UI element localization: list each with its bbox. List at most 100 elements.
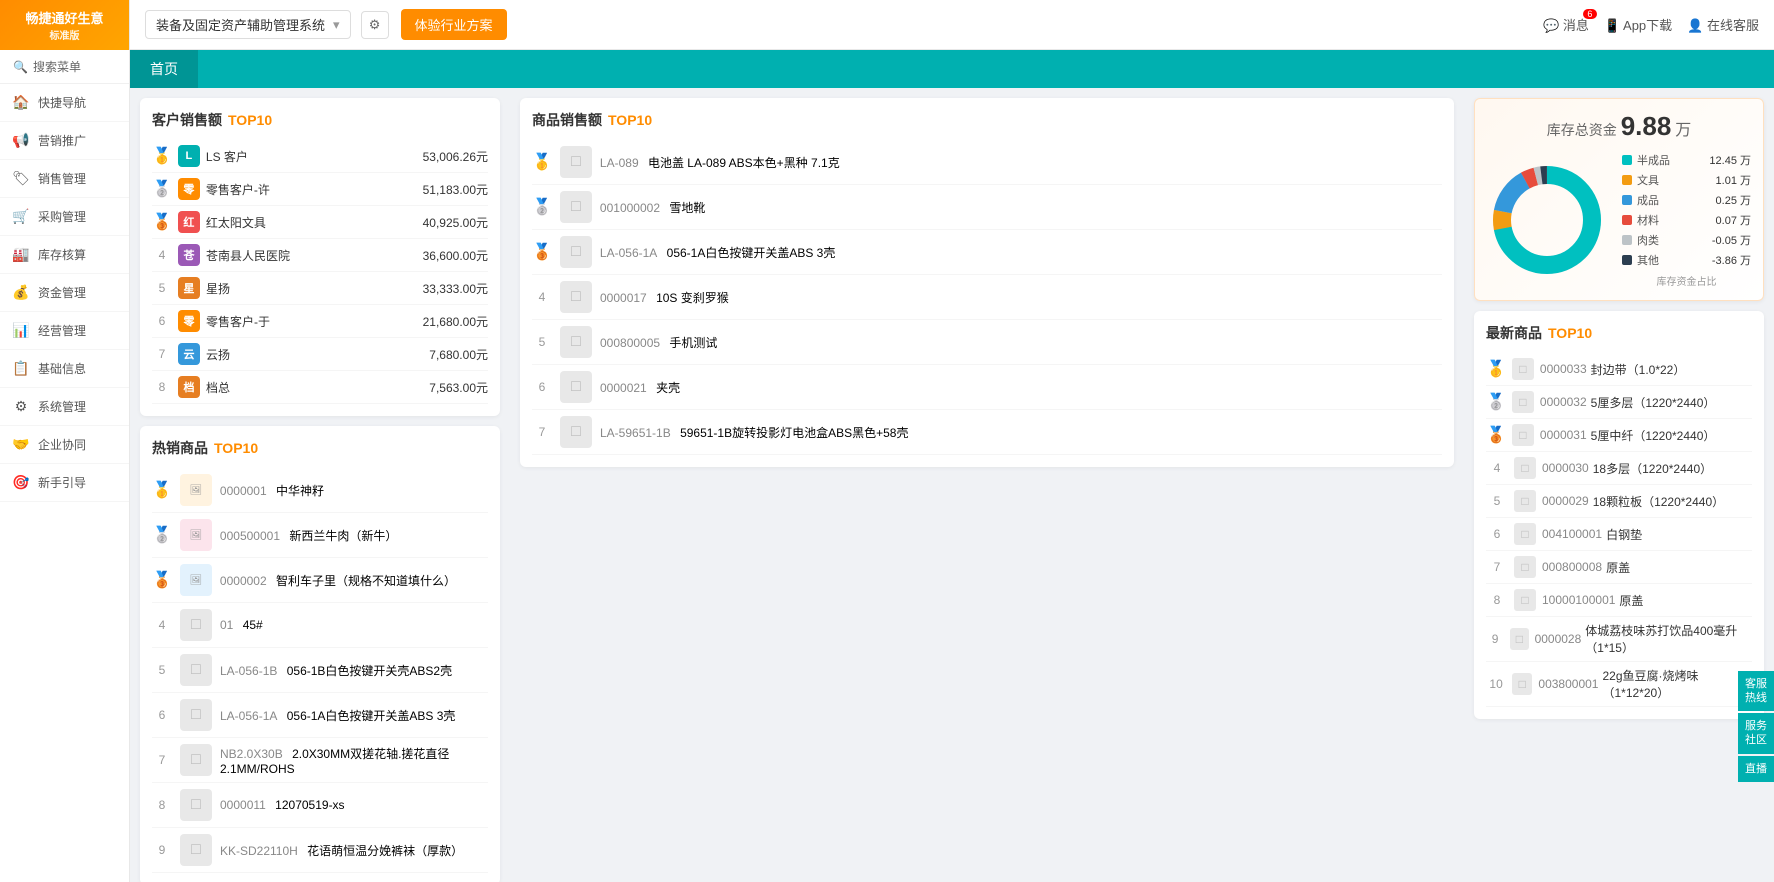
- gold-medal-icon: 🥇: [152, 146, 172, 166]
- customer-list-item: 6 零 零售客户-于 21,680.00元: [152, 305, 488, 338]
- customer-amount: 21,680.00元: [423, 313, 488, 330]
- silver-medal-icon: 🥈: [152, 525, 172, 545]
- rank-number: 8: [152, 380, 172, 394]
- quick-nav-label: 快捷导航: [38, 94, 86, 111]
- marketing-label: 营销推广: [38, 132, 86, 149]
- gear-icon: ⚙: [369, 17, 381, 33]
- product-placeholder: □: [1512, 673, 1532, 695]
- marketing-icon: 📢: [12, 132, 30, 149]
- sidebar-item-operations[interactable]: 📊经营管理: [0, 312, 129, 350]
- sidebar-item-guide[interactable]: 🎯新手引导: [0, 464, 129, 502]
- sidebar-items-list: 🏠快捷导航 📢 营销推广 🏷销售管理🛒采购管理 🏭 库存核算 💰资金管理📊经营管理📋基础信息…: [0, 84, 129, 502]
- tab-home[interactable]: 首页: [130, 50, 198, 88]
- silver-medal-icon: 🥈: [152, 179, 172, 199]
- hot-products-title-text: 热销商品: [152, 438, 208, 458]
- product-name: 5厘多层（1220*2440）: [1591, 394, 1716, 411]
- product-code: LA-056-1A: [600, 246, 657, 260]
- cs-live-btn[interactable]: 直播: [1738, 756, 1774, 782]
- legend-name: 文具: [1637, 172, 1701, 188]
- online-service-button[interactable]: 👤 在线客服: [1687, 15, 1759, 34]
- notification-button[interactable]: 💬 消息 6: [1543, 15, 1589, 34]
- sidebar-search[interactable]: 🔍 搜索菜单: [0, 50, 129, 84]
- purchase-icon: 🛒: [12, 208, 30, 225]
- product-info: KK-SD22110H 花语萌恒温分娩裤袜（厚款）: [220, 842, 488, 859]
- inventory-sub-label: 库存资金占比: [1622, 273, 1751, 288]
- product-placeholder: □: [560, 416, 592, 448]
- latest-product-item: 4 □ 0000030 18多层（1220*2440）: [1486, 452, 1752, 485]
- customer-name: 红太阳文具: [206, 214, 423, 231]
- cooperation-icon: 🤝: [12, 436, 30, 453]
- operations-icon: 📊: [12, 322, 30, 339]
- customer-list-item: 8 档 档总 7,563.00元: [152, 371, 488, 404]
- legend-value: 0.25 万: [1701, 192, 1751, 208]
- product-info: 01 45#: [220, 618, 488, 632]
- cs-community-btn[interactable]: 服务社区: [1738, 713, 1774, 754]
- app-download-label: App下载: [1623, 18, 1672, 33]
- online-service-label: 在线客服: [1707, 18, 1759, 33]
- search-label: 搜索菜单: [33, 58, 81, 75]
- product-thumbnail: 🖼: [180, 474, 212, 506]
- rank-number: 6: [1486, 527, 1508, 541]
- product-placeholder: □: [560, 326, 592, 358]
- product-code: NB2.0X30B: [220, 747, 283, 761]
- sidebar-item-quick-nav[interactable]: 🏠快捷导航: [0, 84, 129, 122]
- product-info: LA-089 电池盖 LA-089 ABS本色+黑种 7.1克: [600, 154, 1442, 171]
- middle-panel: 商品销售额 TOP10 🥇 □ LA-089 电池盖 LA-089 ABS本色+…: [510, 88, 1464, 882]
- legend-value: -0.05 万: [1701, 232, 1751, 248]
- product-sales-item: 🥈 □ 001000002 雪地靴: [532, 185, 1442, 230]
- rank-number: 10: [1486, 677, 1506, 691]
- hot-products-card: 热销商品 TOP10 🥇 🖼 0000001 中华神籽 🥈 🖼 00050000…: [140, 426, 500, 882]
- finance-icon: 💰: [12, 284, 30, 301]
- hot-products-title: 热销商品 TOP10: [152, 438, 488, 458]
- legend-name: 半成品: [1637, 152, 1701, 168]
- cs-hotline-btn[interactable]: 客服热线: [1738, 671, 1774, 712]
- rank-number: 5: [152, 281, 172, 295]
- gold-medal-icon: 🥇: [532, 152, 552, 172]
- product-placeholder: □: [180, 609, 212, 641]
- latest-product-item: 5 □ 0000029 18颗粒板（1220*2440）: [1486, 485, 1752, 518]
- topbar: 装备及固定资产辅助管理系统 ▾ ⚙ 体验行业方案 💬 消息 6 📱 App下载 …: [130, 0, 1774, 50]
- product-info: LA-59651-1B 59651-1B旋转投影灯电池盒ABS黑色+58壳: [600, 424, 1442, 441]
- settings-button[interactable]: ⚙: [361, 11, 389, 39]
- legend-item: 成品 0.25 万: [1622, 192, 1751, 208]
- latest-product-item: 10 □ 003800001 22g鱼豆腐·烧烤味（1*12*20）: [1486, 662, 1752, 707]
- system-selector[interactable]: 装备及固定资产辅助管理系统 ▾: [145, 10, 351, 39]
- sidebar-item-marketing[interactable]: 📢 营销推广: [0, 122, 129, 160]
- trial-button[interactable]: 体验行业方案: [401, 9, 507, 40]
- silver-medal-icon: 🥈: [532, 197, 552, 217]
- product-placeholder: □: [1512, 424, 1534, 446]
- product-name: 花语萌恒温分娩裤袜（厚款）: [307, 844, 463, 858]
- app-download-button[interactable]: 📱 App下载: [1604, 15, 1672, 34]
- inventory-label: 库存核算: [38, 246, 86, 263]
- sidebar-item-basic-info[interactable]: 📋基础信息: [0, 350, 129, 388]
- notification-icon: 💬: [1543, 18, 1559, 33]
- hot-product-item: 5 □ LA-056-1B 056-1B白色按键开关壳ABS2壳: [152, 648, 488, 693]
- product-info: 001000002 雪地靴: [600, 199, 1442, 216]
- sidebar-item-inventory[interactable]: 🏭 库存核算: [0, 236, 129, 274]
- rank-number: 9: [152, 843, 172, 857]
- hot-product-item: 🥉 🖼 0000002 智利车子里（规格不知道填什么）: [152, 558, 488, 603]
- product-code: 0000021: [600, 381, 647, 395]
- product-sales-item: 4 □ 0000017 10S 变刹罗猴: [532, 275, 1442, 320]
- legend-value: 0.07 万: [1701, 212, 1751, 228]
- hot-product-item: 9 □ KK-SD22110H 花语萌恒温分娩裤袜（厚款）: [152, 828, 488, 873]
- legend-dot: [1622, 155, 1632, 165]
- inventory-title: 库存总资金: [1547, 122, 1617, 138]
- sidebar-item-sales[interactable]: 🏷销售管理: [0, 160, 129, 198]
- customer-list-item: 7 云 云扬 7,680.00元: [152, 338, 488, 371]
- product-name: 白钢垫: [1606, 526, 1642, 543]
- sidebar-item-finance[interactable]: 💰资金管理: [0, 274, 129, 312]
- inventory-icon: 🏭: [12, 246, 30, 263]
- sidebar-item-purchase[interactable]: 🛒采购管理: [0, 198, 129, 236]
- product-placeholder: □: [180, 834, 212, 866]
- guide-label: 新手引导: [38, 474, 86, 491]
- rank-number: 4: [1486, 461, 1508, 475]
- customer-name: 零售客户-许: [206, 181, 423, 198]
- sidebar-item-cooperation[interactable]: 🤝企业协同: [0, 426, 129, 464]
- latest-products-card: 最新商品 TOP10 🥇 □ 0000033 封边带（1.0*22） 🥈 □ 0…: [1474, 311, 1764, 719]
- legend-item: 肉类 -0.05 万: [1622, 232, 1751, 248]
- donut-svg: [1487, 160, 1607, 280]
- rank-number: 4: [152, 618, 172, 632]
- sidebar-item-system[interactable]: ⚙系统管理: [0, 388, 129, 426]
- product-info: 0000021 夹壳: [600, 379, 1442, 396]
